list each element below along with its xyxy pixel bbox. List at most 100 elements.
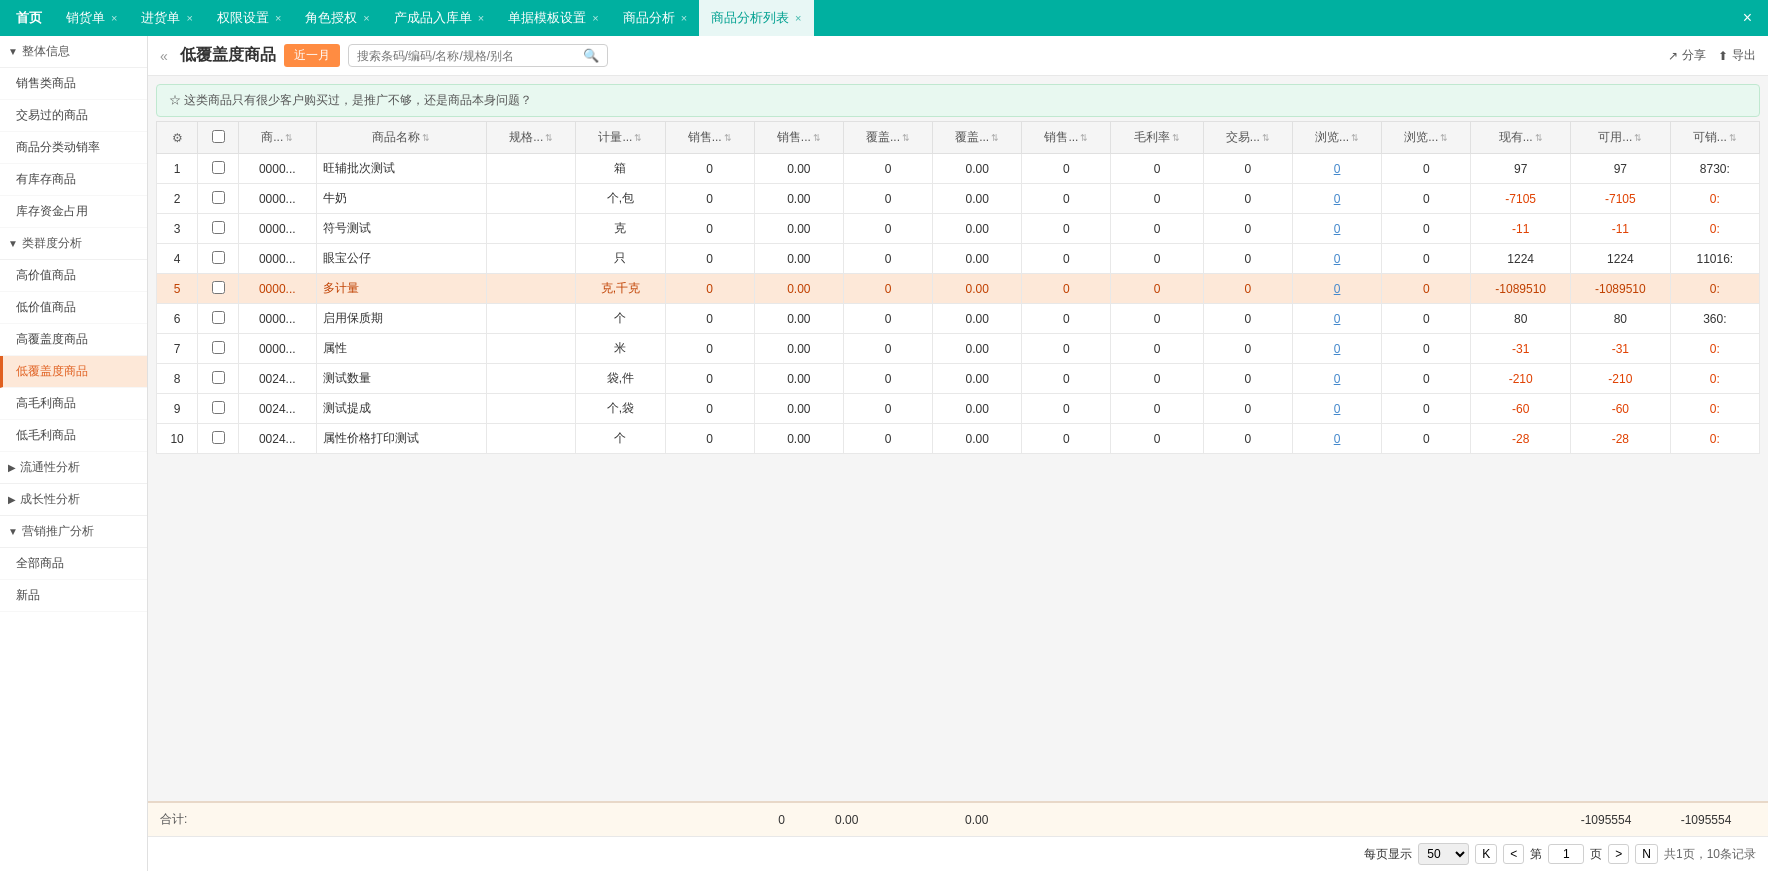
row-transactions: 0 xyxy=(1203,304,1292,334)
nav-tab-sales[interactable]: 销货单 × xyxy=(54,0,129,36)
sidebar-item-traded-products[interactable]: 交易过的商品 xyxy=(0,100,147,132)
sidebar-item-sales-products[interactable]: 销售类商品 xyxy=(0,68,147,100)
page-number-input[interactable] xyxy=(1548,844,1584,864)
sidebar-section-marketing[interactable]: ▼ 营销推广分析 xyxy=(0,516,147,548)
nav-tab-template-settings[interactable]: 单据模板设置 × xyxy=(496,0,610,36)
close-analysis-tab[interactable]: × xyxy=(681,12,687,24)
row-views1[interactable]: 0 xyxy=(1292,244,1381,274)
first-page-btn[interactable]: K xyxy=(1475,844,1497,864)
nav-tab-finished-goods[interactable]: 产成品入库单 × xyxy=(382,0,496,36)
sidebar-item-inventory-capital[interactable]: 库存资金占用 xyxy=(0,196,147,228)
close-all-tabs[interactable]: × xyxy=(1731,9,1764,27)
row-checkbox[interactable] xyxy=(198,274,239,304)
row-views1[interactable]: 0 xyxy=(1292,154,1381,184)
close-sales-tab[interactable]: × xyxy=(111,12,117,24)
close-purchase-tab[interactable]: × xyxy=(186,12,192,24)
close-permissions-tab[interactable]: × xyxy=(275,12,281,24)
table-wrapper[interactable]: ⚙ 商...⇅ 商品名称⇅ 规格...⇅ 计量...⇅ 销售...⇅ 销售...… xyxy=(148,121,1768,801)
row-checkbox[interactable] xyxy=(198,154,239,184)
row-views1[interactable]: 0 xyxy=(1292,184,1381,214)
search-icon[interactable]: 🔍 xyxy=(583,48,599,63)
close-roles-tab[interactable]: × xyxy=(363,12,369,24)
next-page-btn[interactable]: > xyxy=(1608,844,1629,864)
settings-icon[interactable]: ⚙ xyxy=(172,131,183,145)
col-sellable[interactable]: 可销...⇅ xyxy=(1670,122,1759,154)
nav-tab-roles[interactable]: 角色授权 × xyxy=(293,0,381,36)
page-size-select[interactable]: 50 100 200 xyxy=(1418,843,1469,865)
col-spec[interactable]: 规格...⇅ xyxy=(487,122,576,154)
row-views1[interactable]: 0 xyxy=(1292,424,1381,454)
col-current-stock[interactable]: 现有...⇅ xyxy=(1471,122,1571,154)
row-sellable: 0: xyxy=(1670,424,1759,454)
search-input[interactable] xyxy=(357,49,583,63)
row-margin: 0 xyxy=(1111,304,1203,334)
sidebar-item-low-value[interactable]: 低价值商品 xyxy=(0,292,147,324)
row-checkbox[interactable] xyxy=(198,364,239,394)
prev-page-btn[interactable]: < xyxy=(1503,844,1524,864)
row-checkbox[interactable] xyxy=(198,184,239,214)
sidebar-item-low-coverage[interactable]: 低覆盖度商品 xyxy=(0,356,147,388)
sidebar-item-low-profit[interactable]: 低毛利商品 xyxy=(0,420,147,452)
row-name: 符号测试 xyxy=(316,214,487,244)
sidebar-item-category-rate[interactable]: 商品分类动销率 xyxy=(0,132,147,164)
col-name[interactable]: 商品名称⇅ xyxy=(316,122,487,154)
select-all-checkbox[interactable] xyxy=(212,130,225,143)
close-finished-goods-tab[interactable]: × xyxy=(478,12,484,24)
nav-tab-permissions[interactable]: 权限设置 × xyxy=(205,0,293,36)
col-unit[interactable]: 计量...⇅ xyxy=(576,122,665,154)
nav-tab-purchase[interactable]: 进货单 × xyxy=(129,0,204,36)
col-views2[interactable]: 浏览...⇅ xyxy=(1382,122,1471,154)
row-views1[interactable]: 0 xyxy=(1292,304,1381,334)
sidebar-item-new-products[interactable]: 新品 xyxy=(0,580,147,612)
row-sellable: 0: xyxy=(1670,184,1759,214)
col-coverage2[interactable]: 覆盖...⇅ xyxy=(933,122,1022,154)
last-page-btn[interactable]: N xyxy=(1635,844,1658,864)
sidebar-section-liquidity[interactable]: ▶ 流通性分析 xyxy=(0,452,147,484)
sidebar-item-high-profit[interactable]: 高毛利商品 xyxy=(0,388,147,420)
sidebar-section-overall[interactable]: ▼ 整体信息 xyxy=(0,36,147,68)
sidebar-item-high-coverage[interactable]: 高覆盖度商品 xyxy=(0,324,147,356)
row-margin: 0 xyxy=(1111,274,1203,304)
row-checkbox[interactable] xyxy=(198,304,239,334)
close-analysis-list-tab[interactable]: × xyxy=(795,12,801,24)
sidebar-item-all-products[interactable]: 全部商品 xyxy=(0,548,147,580)
col-coverage1[interactable]: 覆盖...⇅ xyxy=(843,122,932,154)
row-sales-qty: 0 xyxy=(665,244,754,274)
col-margin[interactable]: 毛利率⇅ xyxy=(1111,122,1203,154)
row-checkbox[interactable] xyxy=(198,244,239,274)
row-views1[interactable]: 0 xyxy=(1292,334,1381,364)
sidebar-item-in-stock[interactable]: 有库存商品 xyxy=(0,164,147,196)
col-sales-days[interactable]: 销售...⇅ xyxy=(1022,122,1111,154)
row-views1[interactable]: 0 xyxy=(1292,364,1381,394)
col-views1[interactable]: 浏览...⇅ xyxy=(1292,122,1381,154)
nav-tab-home[interactable]: 首页 xyxy=(4,0,54,36)
nav-tab-product-analysis[interactable]: 商品分析 × xyxy=(611,0,699,36)
row-checkbox[interactable] xyxy=(198,334,239,364)
period-button[interactable]: 近一月 xyxy=(284,44,340,67)
sidebar-section-group-analysis[interactable]: ▼ 类群度分析 xyxy=(0,228,147,260)
col-available-stock[interactable]: 可用...⇅ xyxy=(1571,122,1671,154)
col-settings[interactable]: ⚙ xyxy=(157,122,198,154)
col-sales-amount[interactable]: 销售...⇅ xyxy=(754,122,843,154)
col-sales-qty[interactable]: 销售...⇅ xyxy=(665,122,754,154)
col-code[interactable]: 商...⇅ xyxy=(238,122,316,154)
row-views1[interactable]: 0 xyxy=(1292,394,1381,424)
row-checkbox[interactable] xyxy=(198,394,239,424)
sidebar-item-high-value[interactable]: 高价值商品 xyxy=(0,260,147,292)
share-button[interactable]: ↗ 分享 xyxy=(1668,47,1706,64)
row-checkbox[interactable] xyxy=(198,214,239,244)
row-code: 0000... xyxy=(238,274,316,304)
close-template-tab[interactable]: × xyxy=(592,12,598,24)
export-button[interactable]: ⬆ 导出 xyxy=(1718,47,1756,64)
row-code: 0024... xyxy=(238,364,316,394)
row-checkbox[interactable] xyxy=(198,424,239,454)
row-views1[interactable]: 0 xyxy=(1292,214,1381,244)
row-available-stock: -60 xyxy=(1571,394,1671,424)
col-transactions[interactable]: 交易...⇅ xyxy=(1203,122,1292,154)
row-sales-amount: 0.00 xyxy=(754,424,843,454)
sidebar-section-growth[interactable]: ▶ 成长性分析 xyxy=(0,484,147,516)
sort-margin-icon: ⇅ xyxy=(1172,133,1180,143)
nav-tab-analysis-list[interactable]: 商品分析列表 × xyxy=(699,0,813,36)
row-views1[interactable]: 0 xyxy=(1292,274,1381,304)
collapse-sidebar-btn[interactable]: « xyxy=(160,48,168,64)
